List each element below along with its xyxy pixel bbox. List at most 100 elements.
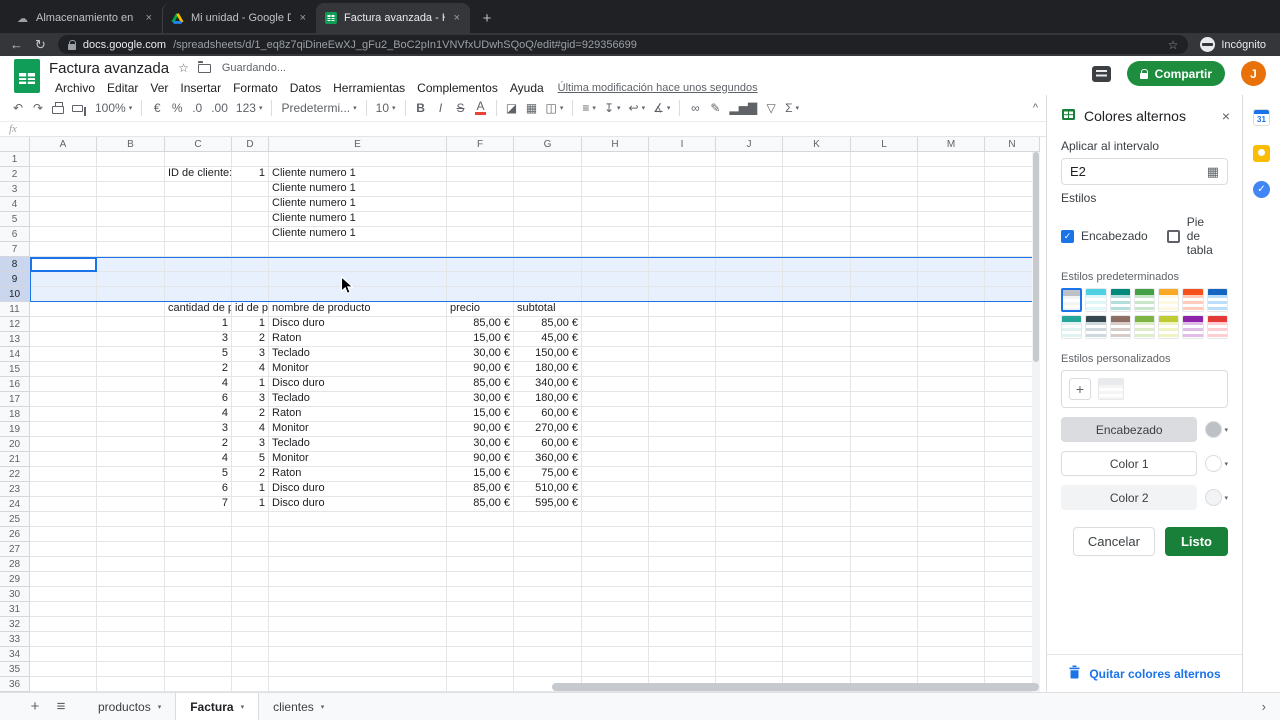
cell-A36[interactable] xyxy=(30,677,97,692)
cell-D28[interactable] xyxy=(232,557,269,572)
cell-J28[interactable] xyxy=(716,557,783,572)
cell-G22[interactable]: 75,00 € xyxy=(514,467,582,482)
close-tab-icon[interactable]: × xyxy=(452,12,462,24)
insert-link-icon[interactable]: ∞ xyxy=(685,97,705,119)
cell-C22[interactable]: 5 xyxy=(165,467,232,482)
cell-I22[interactable] xyxy=(649,467,716,482)
font-select[interactable]: Predetermi... ▾ xyxy=(277,97,360,119)
cell-B29[interactable] xyxy=(97,572,165,587)
cell-E29[interactable] xyxy=(269,572,447,587)
row-header-31[interactable]: 31 xyxy=(0,602,30,617)
cell-B16[interactable] xyxy=(97,377,165,392)
preset-style-gray[interactable] xyxy=(1061,288,1083,312)
cell-D4[interactable] xyxy=(232,197,269,212)
cell-D12[interactable]: 1 xyxy=(232,317,269,332)
row-header-11[interactable]: 11 xyxy=(0,302,30,317)
row-header-18[interactable]: 18 xyxy=(0,407,30,422)
cell-F22[interactable]: 15,00 € xyxy=(447,467,514,482)
row-header-35[interactable]: 35 xyxy=(0,662,30,677)
cell-E3[interactable]: Cliente numero 1 xyxy=(269,182,447,197)
cell-H15[interactable] xyxy=(582,362,649,377)
cell-L30[interactable] xyxy=(851,587,918,602)
cell-F17[interactable]: 30,00 € xyxy=(447,392,514,407)
cell-F32[interactable] xyxy=(447,617,514,632)
cell-M17[interactable] xyxy=(918,392,985,407)
cell-H1[interactable] xyxy=(582,152,649,167)
cell-K13[interactable] xyxy=(783,332,851,347)
row-header-16[interactable]: 16 xyxy=(0,377,30,392)
cell-I25[interactable] xyxy=(649,512,716,527)
currency-format-icon[interactable]: € xyxy=(147,97,167,119)
cell-L32[interactable] xyxy=(851,617,918,632)
cell-M30[interactable] xyxy=(918,587,985,602)
cell-M26[interactable] xyxy=(918,527,985,542)
cell-H21[interactable] xyxy=(582,452,649,467)
cell-D21[interactable]: 5 xyxy=(232,452,269,467)
menu-editar[interactable]: Editar xyxy=(101,81,144,95)
cell-B31[interactable] xyxy=(97,602,165,617)
cell-L16[interactable] xyxy=(851,377,918,392)
cell-F15[interactable]: 90,00 € xyxy=(447,362,514,377)
cell-D31[interactable] xyxy=(232,602,269,617)
cell-I2[interactable] xyxy=(649,167,716,182)
cell-C15[interactable]: 2 xyxy=(165,362,232,377)
cell-H12[interactable] xyxy=(582,317,649,332)
cell-D11[interactable]: id de pro xyxy=(232,302,269,317)
done-button[interactable]: Listo xyxy=(1164,527,1228,556)
insert-chart-icon[interactable]: ▂▅▇ xyxy=(725,97,761,119)
row-header-29[interactable]: 29 xyxy=(0,572,30,587)
cell-H23[interactable] xyxy=(582,482,649,497)
style-button-color-2[interactable]: Color 2 xyxy=(1061,485,1198,510)
cell-M12[interactable] xyxy=(918,317,985,332)
cell-E28[interactable] xyxy=(269,557,447,572)
cell-L9[interactable] xyxy=(851,272,918,287)
range-input[interactable]: E2 ▦ xyxy=(1061,158,1228,185)
cell-K8[interactable] xyxy=(783,257,851,272)
cell-I10[interactable] xyxy=(649,287,716,302)
cell-C27[interactable] xyxy=(165,542,232,557)
undo-icon[interactable]: ↶ xyxy=(8,97,28,119)
bold-icon[interactable]: B xyxy=(411,97,431,119)
cell-I29[interactable] xyxy=(649,572,716,587)
cell-I9[interactable] xyxy=(649,272,716,287)
cell-B26[interactable] xyxy=(97,527,165,542)
cell-G4[interactable] xyxy=(514,197,582,212)
cell-C5[interactable] xyxy=(165,212,232,227)
cell-H27[interactable] xyxy=(582,542,649,557)
insert-comment-icon[interactable]: ✎ xyxy=(705,97,725,119)
cell-J19[interactable] xyxy=(716,422,783,437)
cell-F9[interactable] xyxy=(447,272,514,287)
cell-J24[interactable] xyxy=(716,497,783,512)
cell-M29[interactable] xyxy=(918,572,985,587)
document-title[interactable]: Factura avanzada xyxy=(49,60,169,77)
cell-L29[interactable] xyxy=(851,572,918,587)
cell-I27[interactable] xyxy=(649,542,716,557)
cell-G24[interactable]: 595,00 € xyxy=(514,497,582,512)
cell-K19[interactable] xyxy=(783,422,851,437)
cell-M20[interactable] xyxy=(918,437,985,452)
sheet-tab-factura[interactable]: Factura ▾ xyxy=(175,693,260,720)
cell-H19[interactable] xyxy=(582,422,649,437)
cell-E24[interactable]: Disco duro xyxy=(269,497,447,512)
cell-G10[interactable] xyxy=(514,287,582,302)
cell-J15[interactable] xyxy=(716,362,783,377)
color-swatch-color-1[interactable] xyxy=(1205,455,1223,472)
cell-D8[interactable] xyxy=(232,257,269,272)
cell-F27[interactable] xyxy=(447,542,514,557)
cell-B3[interactable] xyxy=(97,182,165,197)
reload-icon[interactable]: ↻ xyxy=(35,38,46,51)
header-checkbox[interactable]: ✓ xyxy=(1061,229,1074,243)
cell-L1[interactable] xyxy=(851,152,918,167)
sheet-tab-productos[interactable]: productos ▾ xyxy=(84,693,175,720)
cell-J10[interactable] xyxy=(716,287,783,302)
cell-C9[interactable] xyxy=(165,272,232,287)
cell-I20[interactable] xyxy=(649,437,716,452)
header-checkbox-label[interactable]: Encabezado xyxy=(1081,229,1148,243)
menu-herramientas[interactable]: Herramientas xyxy=(327,81,411,95)
cell-M18[interactable] xyxy=(918,407,985,422)
cell-F35[interactable] xyxy=(447,662,514,677)
row-header-25[interactable]: 25 xyxy=(0,512,30,527)
cell-J6[interactable] xyxy=(716,227,783,242)
cell-F10[interactable] xyxy=(447,287,514,302)
cell-G1[interactable] xyxy=(514,152,582,167)
